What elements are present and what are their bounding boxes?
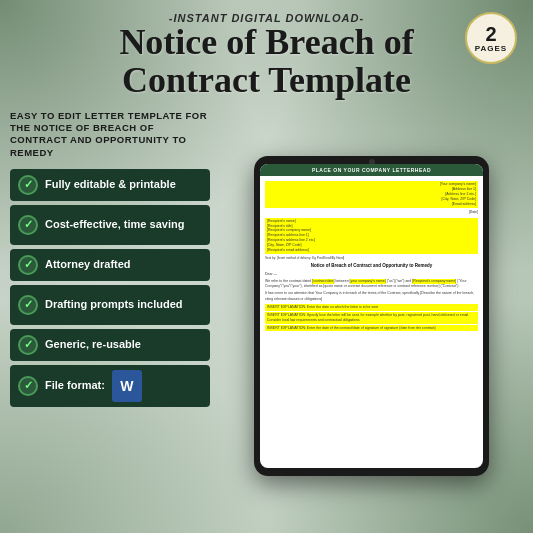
doc-company-info: [Your company's name] [Address line 1] [… xyxy=(265,181,478,207)
feature-cost-label: Cost-effective, time saving xyxy=(45,218,184,231)
feature-generic-label: Generic, re-usable xyxy=(45,338,141,351)
highlight-company: [your company's name] xyxy=(350,279,386,284)
right-column: PLACE ON YOUR COMPANY LETTERHEAD [Your c… xyxy=(220,110,523,523)
check-circle xyxy=(18,215,38,235)
tablet-screen: PLACE ON YOUR COMPANY LETTERHEAD [Your c… xyxy=(260,164,483,468)
check-circle xyxy=(18,376,38,396)
doc-dear: Dear — xyxy=(265,272,478,277)
pages-badge: 2 PAGES xyxy=(465,12,517,64)
doc-insert1: INSERT EXPLANATION: Enter the date on wh… xyxy=(265,304,478,311)
main-body: EASY TO EDIT LETTER TEMPLATE FOR THE NOT… xyxy=(0,106,533,533)
feature-editable-label: Fully editable & printable xyxy=(45,178,176,191)
doc-right-info: [Your company's name] [Address line 1] [… xyxy=(265,181,478,214)
doc-body: [Your company's name] [Address line 1] [… xyxy=(260,176,483,336)
title-line1: Notice of Breach of xyxy=(119,22,413,62)
feature-file-label: File format: xyxy=(45,379,105,392)
feature-generic: Generic, re-usable xyxy=(10,329,210,361)
feature-file-format: File format: W xyxy=(10,365,210,407)
doc-letterhead-label: PLACE ON YOUR COMPANY LETTERHEAD xyxy=(260,164,483,176)
doc-body-para1: We refer to the contract dated [contract… xyxy=(265,279,478,290)
doc-insert2: INSERT EXPLANATION: Specify how the lett… xyxy=(265,312,478,324)
left-column: EASY TO EDIT LETTER TEMPLATE FOR THE NOT… xyxy=(10,110,210,523)
subtitle-text: EASY TO EDIT LETTER TEMPLATE FOR THE NOT… xyxy=(10,110,210,159)
doc-sent-by: Sent by: [Insert method of delivery: Eg … xyxy=(265,256,478,261)
feature-cost-effective: Cost-effective, time saving xyxy=(10,205,210,245)
highlight-date: [contract date] xyxy=(312,279,334,284)
doc-insert3: INSERT EXPLANATION: Enter the date of th… xyxy=(265,325,478,332)
check-circle xyxy=(18,335,38,355)
feature-attorney-label: Attorney drafted xyxy=(45,258,131,271)
pages-number: 2 xyxy=(485,24,496,44)
header-section: -INSTANT DIGITAL DOWNLOAD- Notice of Bre… xyxy=(0,0,533,106)
main-title: Notice of Breach of Contract Template xyxy=(20,24,513,100)
check-icon-attorney xyxy=(18,255,38,275)
pages-label: PAGES xyxy=(475,44,507,53)
title-line2: Contract Template xyxy=(122,60,411,100)
check-icon-generic xyxy=(18,335,38,355)
doc-recipient: [Recipient's name] [Recipient's title] [… xyxy=(265,218,478,254)
feature-drafting: Drafting prompts included xyxy=(10,285,210,325)
tablet-frame: PLACE ON YOUR COMPANY LETTERHEAD [Your c… xyxy=(254,156,489,476)
page: -INSTANT DIGITAL DOWNLOAD- Notice of Bre… xyxy=(0,0,533,533)
check-icon-drafting xyxy=(18,295,38,315)
check-icon-cost xyxy=(18,215,38,235)
feature-editable: Fully editable & printable xyxy=(10,169,210,201)
feature-attorney: Attorney drafted xyxy=(10,249,210,281)
check-circle xyxy=(18,295,38,315)
doc-body-para2: It has come to our attention that Your C… xyxy=(265,291,478,302)
check-circle xyxy=(18,255,38,275)
check-circle xyxy=(18,175,38,195)
doc-date: [Date] xyxy=(265,210,478,215)
word-icon: W xyxy=(112,370,142,402)
feature-drafting-label: Drafting prompts included xyxy=(45,298,183,311)
check-icon-file xyxy=(18,376,38,396)
highlight-recipient-company: [Recipient's company name] xyxy=(412,279,456,284)
doc-notice-title: Notice of Breach of Contract and Opportu… xyxy=(265,263,478,269)
check-icon-editable xyxy=(18,175,38,195)
